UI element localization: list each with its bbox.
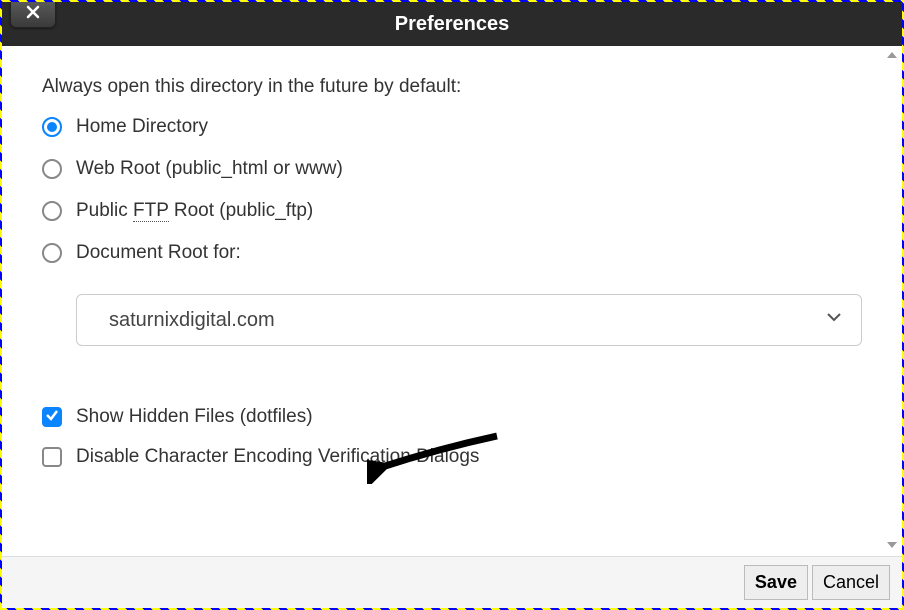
default-directory-prompt: Always open this directory in the future… <box>42 76 862 98</box>
radio-row-document-root[interactable]: Document Root for: <box>42 242 862 264</box>
options-checkbox-group: Show Hidden Files (dotfiles) Disable Cha… <box>42 406 862 468</box>
close-icon <box>26 5 40 24</box>
checkmark-icon <box>45 408 59 427</box>
checkbox-label: Disable Character Encoding Verification … <box>76 446 479 468</box>
dialog-titlebar: Preferences <box>2 2 902 46</box>
checkbox-label: Show Hidden Files (dotfiles) <box>76 406 313 428</box>
checkbox-row-show-hidden[interactable]: Show Hidden Files (dotfiles) <box>42 406 862 428</box>
cancel-button[interactable]: Cancel <box>812 565 890 600</box>
checkbox-disable-encoding-dialogs[interactable] <box>42 447 62 467</box>
radio-public-ftp[interactable] <box>42 201 62 221</box>
radio-web-root[interactable] <box>42 159 62 179</box>
save-button[interactable]: Save <box>744 565 808 600</box>
checkbox-row-disable-encoding-dialogs[interactable]: Disable Character Encoding Verification … <box>42 446 862 468</box>
radio-row-home-directory[interactable]: Home Directory <box>42 116 862 138</box>
dialog-content: Always open this directory in the future… <box>2 46 902 556</box>
dialog-footer: Save Cancel <box>2 556 902 608</box>
chevron-down-icon <box>825 308 843 332</box>
close-button[interactable] <box>10 0 56 28</box>
radio-label: Public FTP Root (public_ftp) <box>76 200 313 222</box>
document-root-select[interactable]: saturnixdigital.com <box>76 294 862 346</box>
dialog-title: Preferences <box>395 13 510 36</box>
select-value: saturnixdigital.com <box>109 309 275 332</box>
radio-row-web-root[interactable]: Web Root (public_html or www) <box>42 158 862 180</box>
radio-row-public-ftp[interactable]: Public FTP Root (public_ftp) <box>42 200 862 222</box>
radio-label: Document Root for: <box>76 242 241 264</box>
radio-label: Home Directory <box>76 116 208 138</box>
radio-document-root[interactable] <box>42 243 62 263</box>
checkbox-show-hidden-files[interactable] <box>42 407 62 427</box>
default-directory-radio-group: Home Directory Web Root (public_html or … <box>42 116 862 346</box>
preferences-dialog: Preferences Always open this directory i… <box>2 2 902 608</box>
radio-label: Web Root (public_html or www) <box>76 158 343 180</box>
radio-home-directory[interactable] <box>42 117 62 137</box>
